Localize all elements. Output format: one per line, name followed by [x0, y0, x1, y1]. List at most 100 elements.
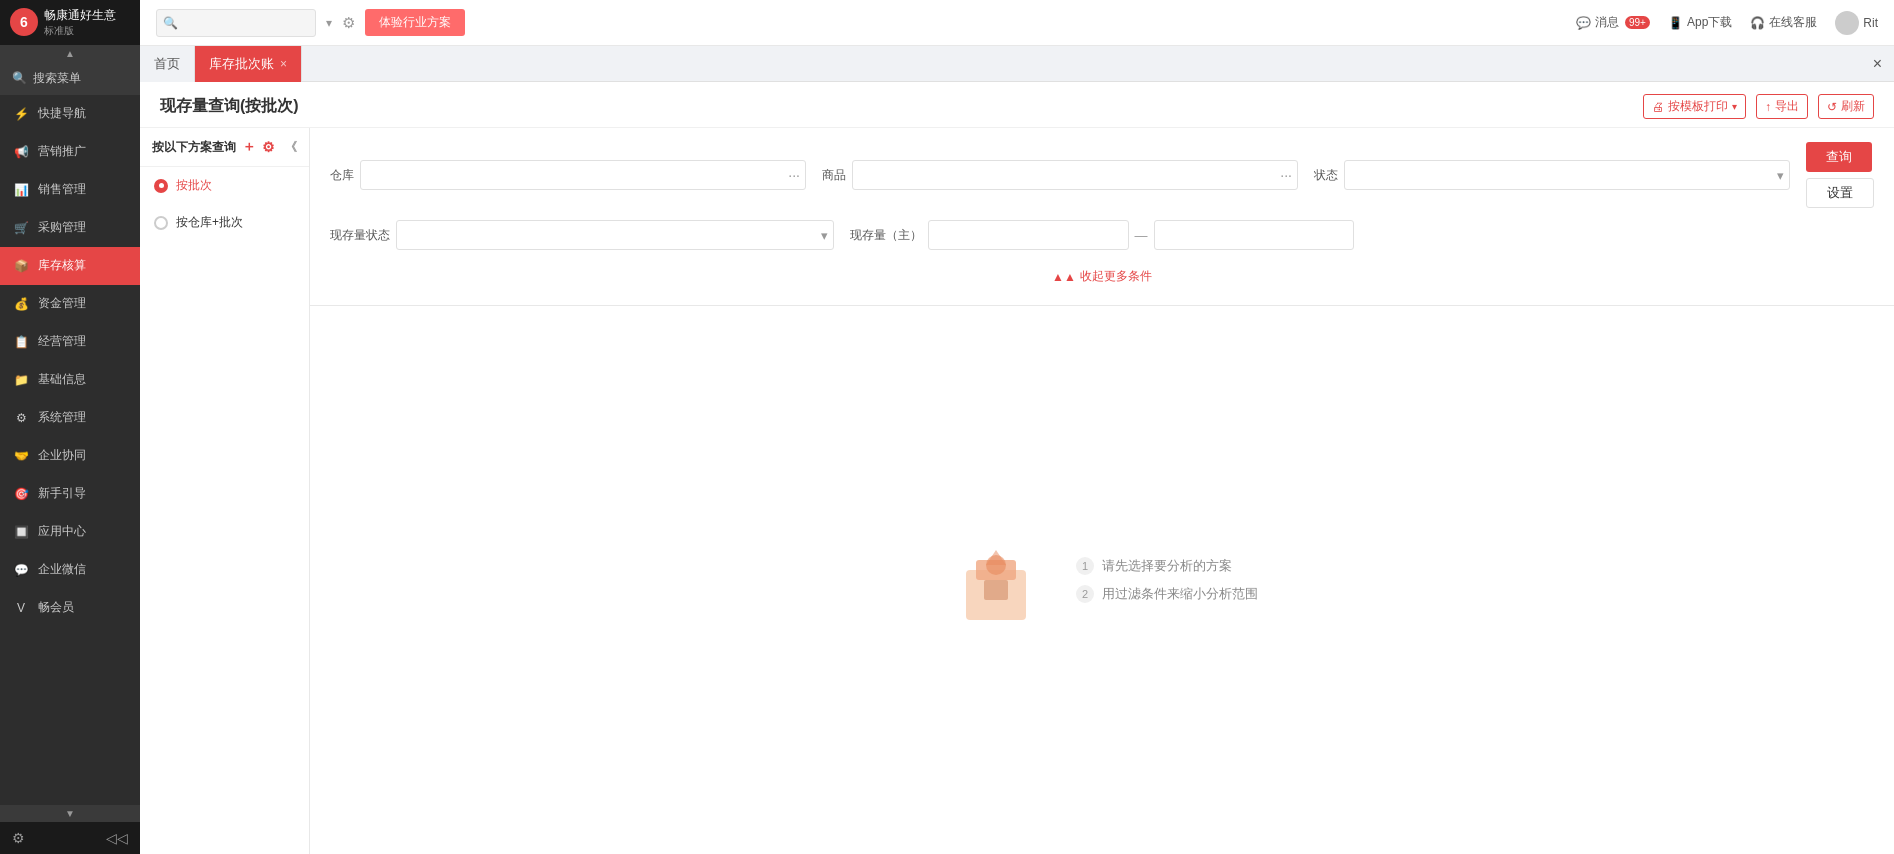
empty-tip-1: 1 请先选择要分析的方案: [1076, 557, 1258, 575]
stock-status-label: 现存量状态: [330, 227, 390, 244]
sidebar-footer: ⚙ ◁◁: [0, 822, 140, 854]
finance-icon: 💰: [12, 295, 30, 313]
sidebar-item-marketing[interactable]: 📢 营销推广: [0, 133, 140, 171]
svg-marker-4: [986, 550, 1006, 565]
scroll-down[interactable]: ▼: [0, 805, 140, 822]
main-area: 🔍 ▾ ⚙ 体验行业方案 💬 消息 99+ 📱 App下载 🎧 在线客服 Rit: [140, 0, 1894, 854]
status-field: 状态 ▾: [1314, 160, 1790, 190]
filter-title: 按以下方案查询 ＋ ⚙ 《: [140, 128, 309, 167]
brand-info: 畅康通好生意 标准版: [44, 8, 116, 37]
sidebar-item-wechat[interactable]: 💬 企业微信: [0, 551, 140, 589]
scroll-up[interactable]: ▲: [0, 45, 140, 62]
tip-2-num: 2: [1076, 585, 1094, 603]
search-icon: 🔍: [12, 71, 27, 85]
query-btn[interactable]: 查询: [1806, 142, 1872, 172]
sidebar-header: 6 畅康通好生意 标准版: [0, 0, 140, 45]
nav-icon: ⚡: [12, 105, 30, 123]
app-download-btn[interactable]: 📱 App下载: [1668, 14, 1732, 31]
filter-gear-icon[interactable]: ⚙: [262, 139, 275, 155]
collapse-row[interactable]: ▲▲ 收起更多条件: [330, 262, 1874, 291]
refresh-icon: ↺: [1827, 100, 1837, 114]
warehouse-dots[interactable]: ···: [788, 167, 800, 183]
export-btn[interactable]: ↑ 导出: [1756, 94, 1808, 119]
topbar-dropdown-icon[interactable]: ▾: [326, 16, 332, 30]
tab-close-right-icon[interactable]: ×: [1873, 55, 1894, 73]
app-logo: 6: [10, 8, 38, 36]
print-dropdown-icon[interactable]: ▾: [1732, 101, 1737, 112]
page-title: 现存量查询(按批次): [160, 96, 299, 117]
appstore-icon: 🔲: [12, 523, 30, 541]
marketing-icon: 📢: [12, 143, 30, 161]
filter-item-warehouse-batch[interactable]: 按仓库+批次: [140, 204, 309, 241]
empty-tips: 1 请先选择要分析的方案 2 用过滤条件来缩小分析范围: [1076, 557, 1258, 603]
tab-home[interactable]: 首页: [140, 46, 195, 82]
sidebar: 6 畅康通好生意 标准版 ▲ 🔍 搜索菜单 ⚡ 快捷导航 📢 营销推广 📊 销售…: [0, 0, 140, 854]
tab-close-icon[interactable]: ×: [280, 57, 287, 71]
settings-btn[interactable]: 设置: [1806, 178, 1874, 208]
sidebar-item-basic[interactable]: 📁 基础信息: [0, 361, 140, 399]
phone-icon: 📱: [1668, 16, 1683, 30]
collab-icon: 🤝: [12, 447, 30, 465]
export-icon: ↑: [1765, 100, 1771, 114]
stock-status-select[interactable]: [396, 220, 834, 250]
sidebar-item-inventory[interactable]: 📦 库存核算: [0, 247, 140, 285]
filter-panel: 按以下方案查询 ＋ ⚙ 《 按批次 按仓库+批次: [140, 128, 310, 854]
goods-input[interactable]: [852, 160, 1298, 190]
stock-amount-min-input[interactable]: [928, 220, 1129, 250]
sales-icon: 📊: [12, 181, 30, 199]
warehouse-label: 仓库: [330, 167, 354, 184]
operation-icon: 📋: [12, 333, 30, 351]
stock-amount-range: —: [928, 220, 1354, 250]
query-area: 仓库 ··· 商品 ··· 状态: [310, 128, 1894, 854]
sidebar-item-operation[interactable]: 📋 经营管理: [0, 323, 140, 361]
topbar-search-icon: 🔍: [163, 16, 178, 30]
sidebar-item-nav[interactable]: ⚡ 快捷导航: [0, 95, 140, 133]
form-actions: 查询 设置: [1806, 142, 1874, 208]
sidebar-item-finance[interactable]: 💰 资金管理: [0, 285, 140, 323]
topbar-gear-icon[interactable]: ⚙: [342, 14, 355, 32]
status-select[interactable]: [1344, 160, 1790, 190]
warehouse-input-wrap: ···: [360, 160, 806, 190]
page-header: 现存量查询(按批次) 🖨 按模板打印 ▾ ↑ 导出 ↺ 刷新: [140, 82, 1894, 128]
content-area: 按以下方案查询 ＋ ⚙ 《 按批次 按仓库+批次 仓库: [140, 128, 1894, 854]
sidebar-item-sales[interactable]: 📊 销售管理: [0, 171, 140, 209]
stock-amount-label: 现存量（主）: [850, 227, 922, 244]
filter-collapse-icon[interactable]: 《: [285, 139, 297, 156]
stock-amount-field: 现存量（主） —: [850, 220, 1354, 250]
online-service-btn[interactable]: 🎧 在线客服: [1750, 14, 1817, 31]
goods-dots[interactable]: ···: [1280, 167, 1292, 183]
print-btn[interactable]: 🖨 按模板打印 ▾: [1643, 94, 1746, 119]
sidebar-search[interactable]: 🔍 搜索菜单: [0, 62, 140, 95]
search-box[interactable]: 🔍: [156, 9, 316, 37]
sidebar-item-vip[interactable]: V 畅会员: [0, 589, 140, 627]
sidebar-item-collab[interactable]: 🤝 企业协同: [0, 437, 140, 475]
topbar-search-input[interactable]: [182, 16, 309, 30]
query-form: 仓库 ··· 商品 ··· 状态: [310, 128, 1894, 306]
sidebar-item-guide[interactable]: 🎯 新手引导: [0, 475, 140, 513]
user-menu[interactable]: Rit: [1835, 11, 1878, 35]
goods-input-wrap: ···: [852, 160, 1298, 190]
filter-radio-batch: [154, 179, 168, 193]
warehouse-field: 仓库 ···: [330, 160, 806, 190]
filter-add-icon[interactable]: ＋: [242, 138, 256, 156]
stock-amount-max-input[interactable]: [1154, 220, 1355, 250]
tab-batch-stock[interactable]: 库存批次账 ×: [195, 46, 302, 82]
avatar: [1835, 11, 1859, 35]
status-label: 状态: [1314, 167, 1338, 184]
form-row-2: 现存量状态 ▾ 现存量（主） —: [330, 220, 1874, 250]
stock-status-select-wrap: ▾: [396, 220, 834, 250]
status-select-wrap: ▾: [1344, 160, 1790, 190]
warehouse-input[interactable]: [360, 160, 806, 190]
inventory-icon: 📦: [12, 257, 30, 275]
messages-btn[interactable]: 💬 消息 99+: [1576, 14, 1650, 31]
settings-icon[interactable]: ⚙: [12, 830, 25, 846]
refresh-btn[interactable]: ↺ 刷新: [1818, 94, 1874, 119]
topbar-right: 💬 消息 99+ 📱 App下载 🎧 在线客服 Rit: [1576, 11, 1878, 35]
sidebar-item-system[interactable]: ⚙ 系统管理: [0, 399, 140, 437]
collapse-sidebar-icon[interactable]: ◁◁: [106, 830, 128, 846]
filter-item-batch[interactable]: 按批次: [140, 167, 309, 204]
experience-btn[interactable]: 体验行业方案: [365, 9, 465, 36]
collapse-up-icon: ▲▲: [1052, 270, 1076, 284]
sidebar-item-appstore[interactable]: 🔲 应用中心: [0, 513, 140, 551]
sidebar-item-purchase[interactable]: 🛒 采购管理: [0, 209, 140, 247]
